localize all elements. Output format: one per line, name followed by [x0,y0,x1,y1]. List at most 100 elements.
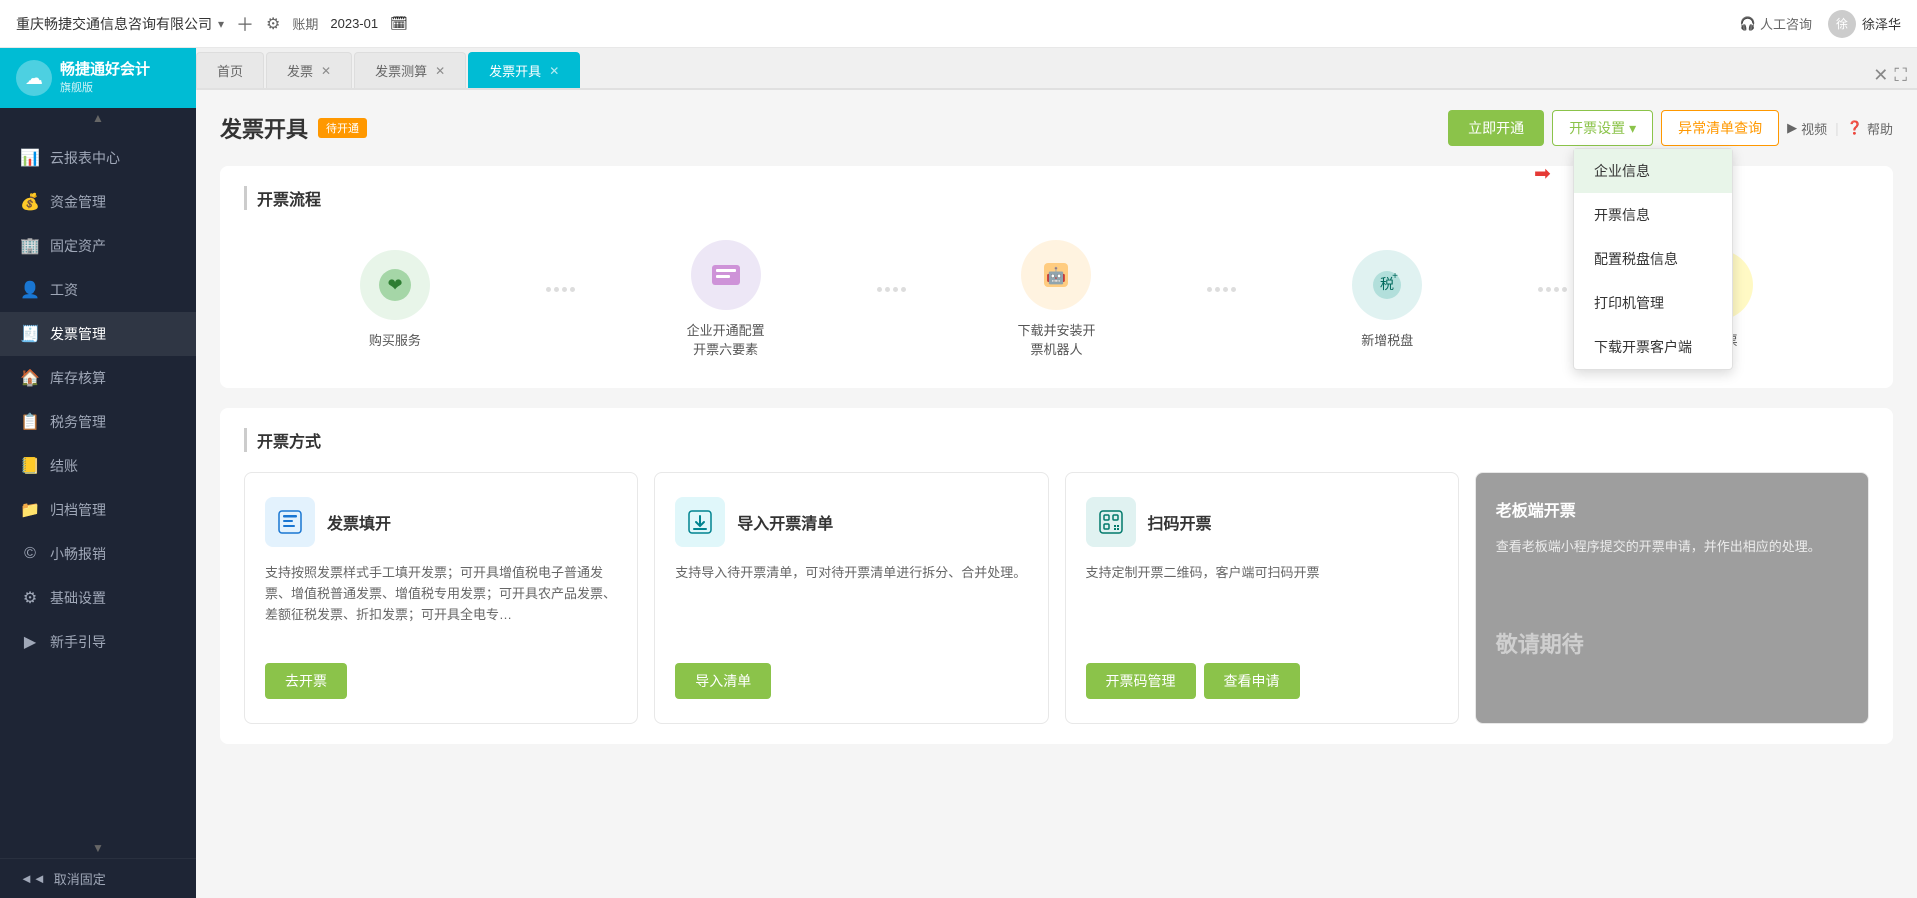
sidebar-item-inventory[interactable]: 🏠 库存核算 [0,356,196,400]
qrcode-mgmt-button[interactable]: 开票码管理 [1086,663,1196,699]
dropdown-item-tax-config[interactable]: 配置税盘信息 [1574,237,1732,281]
unpin-icon: ◄◄ [20,871,46,886]
fund-icon: 💰 [20,192,40,212]
sidebar-item-tax-mgmt[interactable]: 📋 税务管理 [0,400,196,444]
consult-label: 人工咨询 [1760,14,1812,33]
dropdown-tax-config-label: 配置税盘信息 [1594,251,1678,267]
company-selector[interactable]: 重庆畅捷交通信息咨询有限公司 ▾ [16,14,224,34]
tab-invoice-issue[interactable]: 发票开具 ✕ [468,52,580,88]
help-button[interactable]: ❓ 帮助 [1847,119,1893,138]
user-info[interactable]: 徐 徐泽华 [1828,10,1901,38]
basic-settings-icon: ⚙ [20,588,40,608]
sidebar-item-label: 税务管理 [50,412,106,432]
connector-2 [877,287,906,312]
tab-invoice-issue-close[interactable]: ✕ [549,64,559,78]
fill-card-header: 发票填开 [265,497,617,547]
method-card-boss: 老板端开票 查看老板端小程序提交的开票申请，并作出相应的处理。 敬请期待 [1475,472,1869,724]
methods-title: 开票方式 [244,428,1869,452]
sidebar-item-archive[interactable]: 📁 归档管理 [0,488,196,532]
dropdown-item-printer[interactable]: 打印机管理 [1574,281,1732,325]
settings-label: 开票设置 [1569,118,1625,138]
flow-step-buy: ❤ 购买服务 [244,250,546,349]
step-icon-config [691,240,761,310]
method-card-import[interactable]: 导入开票清单 支持导入待开票清单，可对待开票清单进行拆分、合并处理。 导入清单 [654,472,1048,724]
boss-title: 老板端开票 [1496,497,1576,521]
settlement-icon: 📒 [20,456,40,476]
sidebar-item-label: 新手引导 [50,632,106,652]
company-name: 重庆畅捷交通信息咨询有限公司 [16,14,212,34]
step-icon-tax: 税+ [1352,250,1422,320]
step-config-label: 企业开通配置开票六要素 [686,320,766,358]
settings-button[interactable]: 开票设置 ▾ [1552,110,1653,146]
sidebar-item-label: 基础设置 [50,588,106,608]
tab-maximize-btn[interactable]: ⛶ [1894,65,1907,86]
sidebar-scroll-up[interactable]: ▲ [0,108,196,128]
connector-3 [1207,287,1236,312]
scan-card-header: 扫码开票 [1086,497,1438,547]
settings-icon[interactable]: ⚙ [266,14,280,34]
sidebar-unpin-button[interactable]: ◄◄ 取消固定 [0,858,196,898]
dropdown-item-invoice-info[interactable]: 开票信息 [1574,193,1732,237]
dropdown-item-company-info[interactable]: 企业信息 [1574,149,1732,193]
tab-close-btn[interactable]: ✕ [1873,65,1888,86]
guide-icon: ▶ [20,632,40,652]
tab-home[interactable]: 首页 [196,52,264,88]
fill-title: 发票填开 [327,510,391,534]
fill-desc: 支持按照发票样式手工填开发票；可开具增值税电子普通发票、增值税普通发票、增值税专… [265,563,617,643]
sidebar-item-expense[interactable]: © 小畅报销 [0,532,196,576]
video-button[interactable]: ▶ 视频 [1787,119,1827,138]
sidebar-item-cloud-report[interactable]: 📊 云报表中心 [0,136,196,180]
logo-sub: 旗舰版 [60,79,150,95]
view-apply-button[interactable]: 查看申请 [1204,663,1300,699]
page-header: 发票开具 待开通 立即开通 开票设置 ▾ 异常清单查询 ▶ 视频 | [220,110,1893,146]
help-icon: ❓ [1847,120,1863,136]
activate-button[interactable]: 立即开通 [1448,110,1544,146]
sidebar-scroll-down[interactable]: ▼ [0,838,196,858]
exception-list-button[interactable]: 异常清单查询 [1661,110,1779,146]
method-card-scan[interactable]: 扫码开票 支持定制开票二维码，客户端可扫码开票 开票码管理 查看申请 [1065,472,1459,724]
chevron-down-icon: ▾ [218,17,224,31]
boss-overlay: 敬请期待 [1496,627,1848,659]
sidebar-item-invoice-mgmt[interactable]: 🧾 发票管理 [0,312,196,356]
svg-text:❤: ❤ [387,275,402,295]
sidebar-item-fixed-assets[interactable]: 🏢 固定资产 [0,224,196,268]
sidebar-item-new-guide[interactable]: ▶ 新手引导 [0,620,196,664]
sidebar-item-label: 归档管理 [50,500,106,520]
sidebar-item-salary[interactable]: 👤 工资 [0,268,196,312]
dropdown-invoice-info-label: 开票信息 [1594,207,1650,223]
method-card-fill[interactable]: 发票填开 支持按照发票样式手工填开发票；可开具增值税电子普通发票、增值税普通发票… [244,472,638,724]
settings-dropdown: ➡ 企业信息 开票信息 配置税盘信息 打印机管理 [1573,148,1733,370]
add-tab-icon[interactable]: ＋ [236,11,254,37]
tab-invoice-calc[interactable]: 发票测算 ✕ [354,52,466,88]
period-label: 账期 [292,14,318,33]
invoice-icon: 🧾 [20,324,40,344]
fill-invoice-button[interactable]: 去开票 [265,663,347,699]
sidebar-logo: ☁ 畅捷通好会计 旗舰版 [0,48,196,108]
svg-text:+: + [1392,271,1398,282]
tab-invoice-close[interactable]: ✕ [321,64,331,78]
boss-card-header: 老板端开票 [1496,497,1848,521]
tab-invoice-calc-close[interactable]: ✕ [435,64,445,78]
tab-invoice-calc-label: 发票测算 [375,61,427,80]
dropdown-item-download-client[interactable]: 下载开票客户端 [1574,325,1732,369]
tab-home-label: 首页 [217,61,243,80]
sidebar-item-basic-settings[interactable]: ⚙ 基础设置 [0,576,196,620]
scan-icon [1086,497,1136,547]
dropdown-company-info-label: 企业信息 [1594,163,1650,179]
consult-button[interactable]: 🎧 人工咨询 [1740,14,1812,33]
page-content: 发票开具 待开通 立即开通 开票设置 ▾ 异常清单查询 ▶ 视频 | [196,90,1917,898]
sidebar-item-settlement[interactable]: 📒 结账 [0,444,196,488]
sidebar-item-fund-mgmt[interactable]: 💰 资金管理 [0,180,196,224]
import-list-button[interactable]: 导入清单 [675,663,771,699]
fill-icon [265,497,315,547]
import-icon [675,497,725,547]
unpin-label: 取消固定 [54,869,106,888]
tab-invoice[interactable]: 发票 ✕ [266,52,352,88]
play-icon: ▶ [1787,120,1797,136]
status-badge: 待开通 [318,118,367,138]
calendar-icon[interactable]: 🗓 [390,15,408,32]
cloud-report-icon: 📊 [20,148,40,168]
tab-invoice-issue-label: 发票开具 [489,61,541,80]
logo-text-area: 畅捷通好会计 旗舰版 [60,61,150,95]
step-buy-label: 购买服务 [369,330,421,349]
